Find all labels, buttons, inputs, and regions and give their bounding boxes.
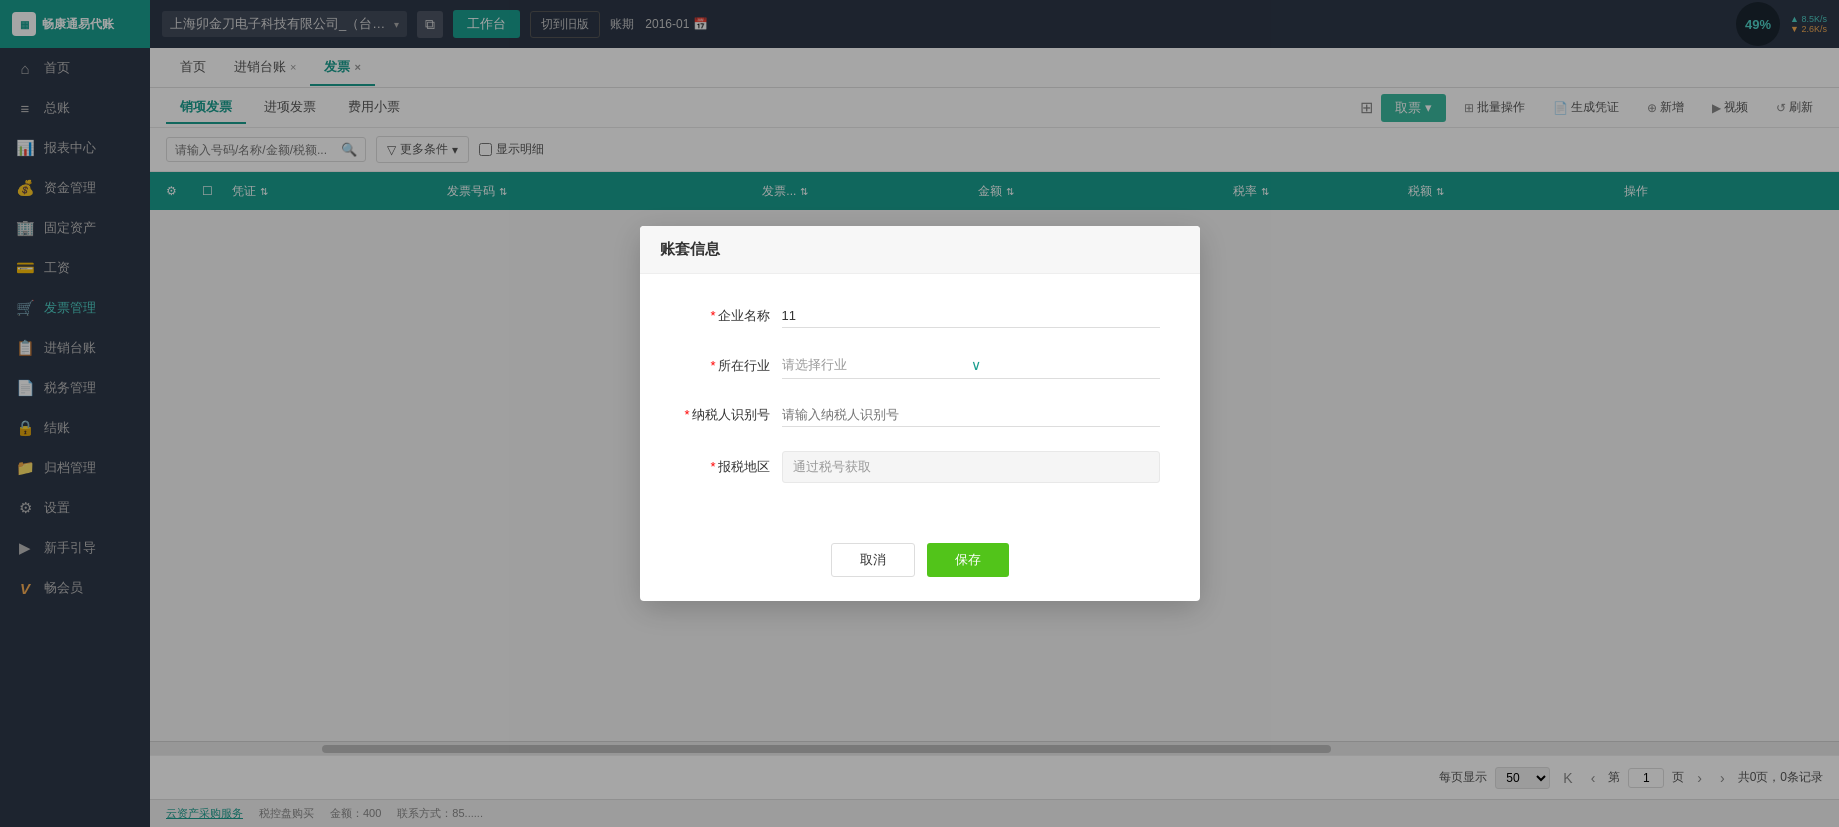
tax-id-input[interactable] bbox=[782, 403, 1160, 427]
industry-dropdown-icon: ∨ bbox=[971, 357, 1160, 373]
modal-header: 账套信息 bbox=[640, 226, 1200, 274]
company-name-label: *企业名称 bbox=[680, 307, 770, 325]
tax-region-row: *报税地区 通过税号获取 bbox=[680, 451, 1160, 483]
company-name-input[interactable] bbox=[782, 304, 1160, 328]
industry-placeholder: 请选择行业 bbox=[782, 356, 971, 374]
account-info-modal: 账套信息 *企业名称 *所在行业 请选择行业 ∨ bbox=[640, 226, 1200, 601]
tax-region-label: *报税地区 bbox=[680, 458, 770, 476]
modal-body: *企业名称 *所在行业 请选择行业 ∨ *纳税人识别号 bbox=[640, 274, 1200, 527]
modal-title: 账套信息 bbox=[660, 240, 720, 257]
industry-row: *所在行业 请选择行业 ∨ bbox=[680, 352, 1160, 379]
save-button[interactable]: 保存 bbox=[927, 543, 1009, 577]
tax-id-row: *纳税人识别号 bbox=[680, 403, 1160, 427]
modal-overlay[interactable]: 账套信息 *企业名称 *所在行业 请选择行业 ∨ bbox=[0, 0, 1839, 827]
tax-id-label: *纳税人识别号 bbox=[680, 406, 770, 424]
tax-region-display: 通过税号获取 bbox=[782, 451, 1160, 483]
cancel-button[interactable]: 取消 bbox=[831, 543, 915, 577]
industry-select[interactable]: 请选择行业 ∨ bbox=[782, 352, 1160, 379]
modal-footer: 取消 保存 bbox=[640, 527, 1200, 601]
company-name-row: *企业名称 bbox=[680, 304, 1160, 328]
industry-label: *所在行业 bbox=[680, 357, 770, 375]
